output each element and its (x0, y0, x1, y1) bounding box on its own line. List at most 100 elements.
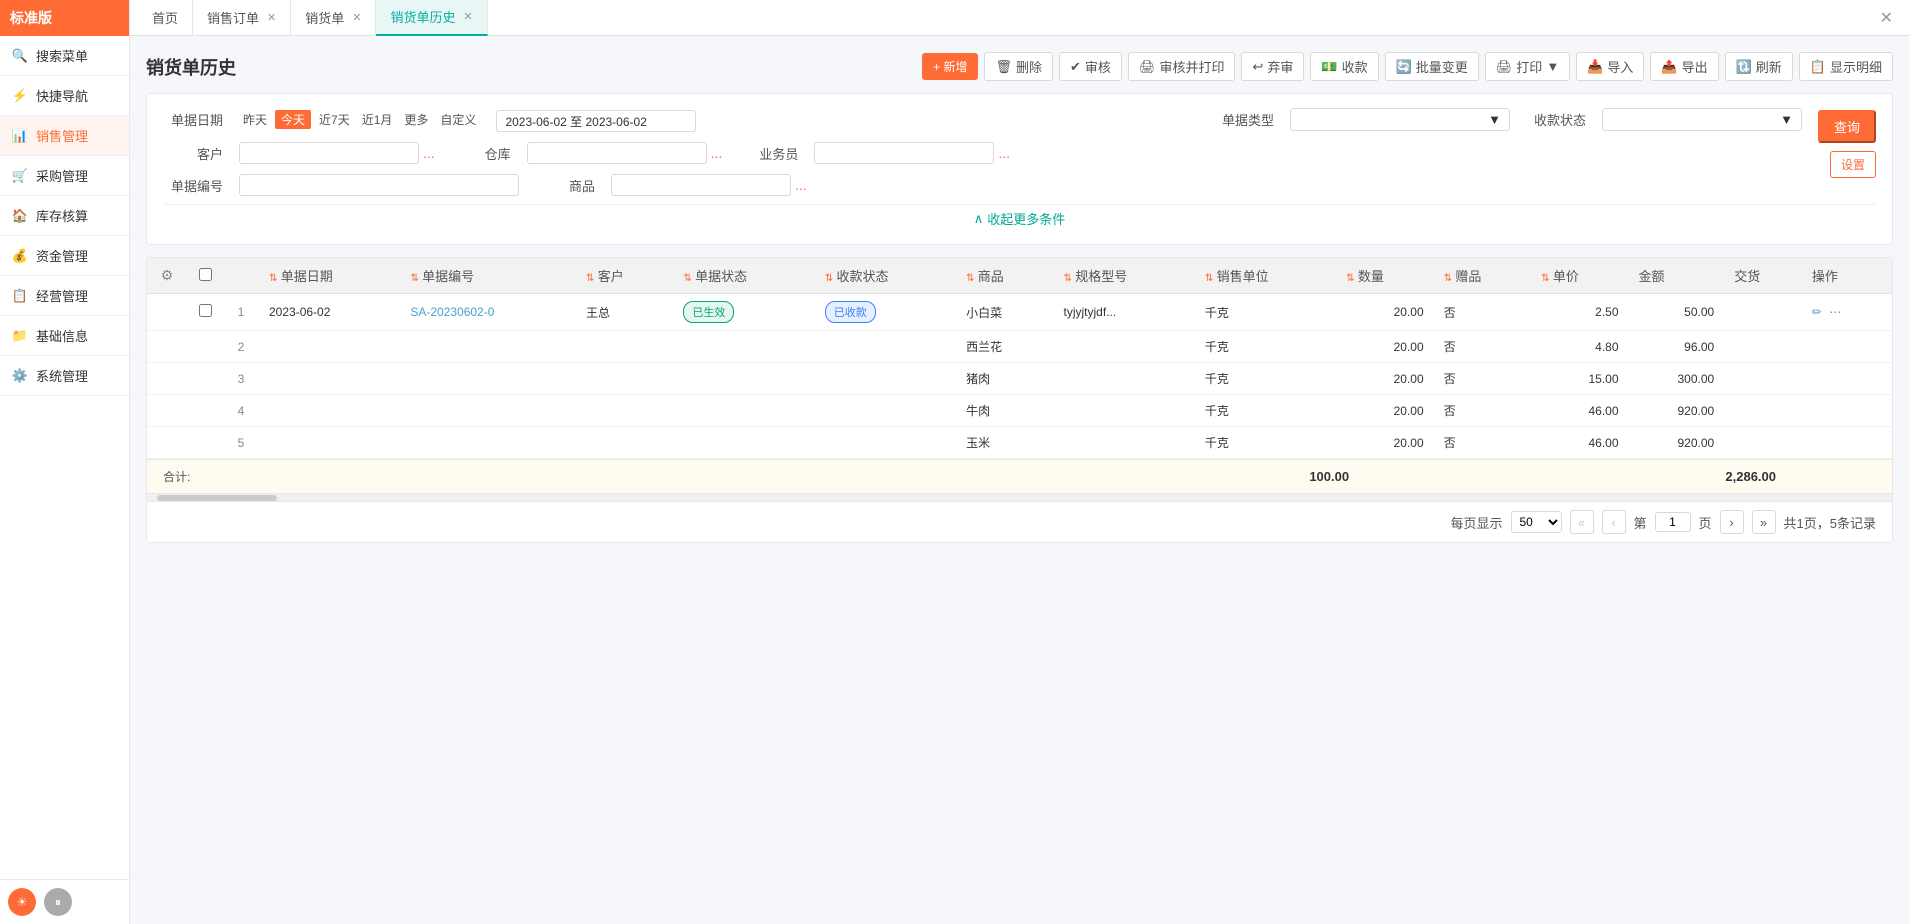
review-button[interactable]: ✔ 审核 (1059, 52, 1122, 81)
tab-sales-goods-close[interactable]: ✕ (352, 11, 361, 24)
abandon-button[interactable]: ↩ 弃审 (1241, 52, 1304, 81)
th-doc-date[interactable]: ⇅ 单据日期 (259, 258, 400, 294)
shortcut-custom[interactable]: 自定义 (436, 110, 480, 129)
td-doc-no[interactable] (400, 427, 576, 459)
td-index: 5 (223, 427, 259, 459)
td-settings (147, 331, 187, 363)
th-transaction: 交货 (1724, 258, 1802, 294)
th-doc-status[interactable]: ⇅ 单据状态 (673, 258, 814, 294)
tab-home[interactable]: 首页 (138, 0, 193, 36)
warehouse-input[interactable] (527, 142, 707, 164)
customer-dots[interactable]: ... (423, 145, 435, 161)
th-sales-unit[interactable]: ⇅ 销售单位 (1195, 258, 1336, 294)
th-gift[interactable]: ⇅ 赠品 (1434, 258, 1531, 294)
doc-type-dropdown-icon: ▼ (1488, 112, 1501, 127)
td-doc-no[interactable] (400, 331, 576, 363)
print-button[interactable]: 🖨 打印 ▼ (1485, 52, 1570, 81)
last-page-btn[interactable]: » (1752, 510, 1776, 534)
row-more-btn[interactable]: ⋯ (1829, 305, 1841, 319)
tab-sales-history[interactable]: 销货单历史 ✕ (376, 0, 487, 36)
date-range-input[interactable] (496, 110, 696, 132)
sidebar-bottom-btn-1[interactable]: ☀ (8, 888, 36, 916)
sidebar-item-search-menu[interactable]: 🔍 搜索菜单 (0, 36, 129, 76)
sidebar-bottom-btn-2[interactable]: ⏸ (44, 888, 72, 916)
shortcut-yesterday[interactable]: 昨天 (239, 110, 271, 129)
page-number-input[interactable] (1655, 512, 1691, 532)
salesperson-dots[interactable]: ... (998, 145, 1010, 161)
td-doc-no[interactable] (400, 363, 576, 395)
print-dropdown-icon: ▼ (1546, 59, 1559, 74)
import-button[interactable]: 📥 导入 (1576, 52, 1644, 81)
shortcut-more[interactable]: 更多 (400, 110, 432, 129)
td-doc-no[interactable]: SA-20230602-0 (400, 294, 576, 331)
new-button[interactable]: + 新增 (922, 53, 978, 80)
goods-dots[interactable]: ... (795, 177, 807, 193)
td-spec-type (1054, 395, 1195, 427)
goods-input[interactable] (611, 174, 791, 196)
tab-sales-goods[interactable]: 销货单 ✕ (291, 0, 376, 36)
review-print-button[interactable]: 🖨 审核并打印 (1128, 52, 1236, 81)
th-quantity[interactable]: ⇅ 数量 (1336, 258, 1433, 294)
shortcut-1month[interactable]: 近1月 (358, 110, 397, 129)
refresh-button[interactable]: 🔃 刷新 (1725, 52, 1793, 81)
tab-sales-order[interactable]: 销售订单 ✕ (193, 0, 291, 36)
row-checkbox[interactable] (199, 304, 212, 317)
export-button[interactable]: 📤 导出 (1650, 52, 1718, 81)
th-unit-price[interactable]: ⇅ 单价 (1531, 258, 1628, 294)
horizontal-scrollbar[interactable] (147, 493, 1892, 501)
doc-no-input[interactable] (239, 174, 519, 196)
sidebar-item-system-mgmt[interactable]: ⚙️ 系统管理 (0, 356, 129, 396)
th-collect-status[interactable]: ⇅ 收款状态 (815, 258, 956, 294)
td-collect-status (815, 427, 956, 459)
sidebar-item-ops-mgmt[interactable]: 📋 经营管理 (0, 276, 129, 316)
collapse-button[interactable]: ∧ 收起更多条件 (163, 204, 1876, 232)
customer-label: 客户 (163, 144, 223, 163)
per-page-select[interactable]: 50 100 200 (1511, 511, 1562, 533)
gear-icon[interactable]: ⚙ (161, 267, 174, 283)
sidebar-item-label: 基础信息 (36, 326, 88, 345)
tab-bar-close-btn[interactable]: ✕ (1872, 8, 1901, 28)
th-goods[interactable]: ⇅ 商品 (956, 258, 1053, 294)
first-page-btn[interactable]: « (1570, 510, 1594, 534)
th-doc-no[interactable]: ⇅ 单据编号 (400, 258, 576, 294)
show-detail-button[interactable]: 📋 显示明细 (1799, 52, 1893, 81)
search-menu-icon: 🔍 (12, 48, 28, 64)
th-customer[interactable]: ⇅ 客户 (576, 258, 673, 294)
prev-page-btn[interactable]: ‹ (1602, 510, 1626, 534)
next-page-btn[interactable]: › (1720, 510, 1744, 534)
delete-button[interactable]: 🗑 删除 (984, 52, 1053, 81)
sidebar-item-sales-mgmt[interactable]: 📊 销售管理 (0, 116, 129, 156)
scrollbar-thumb[interactable] (157, 495, 277, 501)
sidebar-item-quick-nav[interactable]: ⚡ 快捷导航 (0, 76, 129, 116)
select-all-checkbox[interactable] (199, 268, 212, 281)
sort-icon-goods: ⇅ (966, 273, 974, 284)
warehouse-dots[interactable]: ... (711, 145, 723, 161)
tab-sales-history-close[interactable]: ✕ (464, 10, 473, 23)
batch-change-button[interactable]: 🔄 批量变更 (1385, 52, 1479, 81)
sidebar-item-inventory-calc[interactable]: 🏠 库存核算 (0, 196, 129, 236)
row-edit-btn[interactable]: ✏ (1812, 305, 1822, 319)
td-doc-no[interactable] (400, 395, 576, 427)
batch-change-icon: 🔄 (1396, 59, 1412, 75)
salesperson-input[interactable] (814, 142, 994, 164)
review-icon: ✔ (1070, 59, 1081, 75)
settings-button[interactable]: 设置 (1830, 151, 1876, 178)
customer-input[interactable] (239, 142, 419, 164)
doc-type-select[interactable]: ▼ (1290, 108, 1510, 131)
warehouse-label: 仓库 (451, 144, 511, 163)
collect-status-select[interactable]: ▼ (1602, 108, 1802, 131)
shortcut-7days[interactable]: 近7天 (315, 110, 354, 129)
td-transaction (1724, 427, 1802, 459)
collect-button[interactable]: 💵 收款 (1310, 52, 1378, 81)
td-spec-type (1054, 427, 1195, 459)
query-button[interactable]: 查询 (1818, 110, 1876, 143)
th-spec-type[interactable]: ⇅ 规格型号 (1054, 258, 1195, 294)
sidebar-item-purchase-mgmt[interactable]: 🛒 采购管理 (0, 156, 129, 196)
th-settings[interactable]: ⚙ (147, 258, 187, 294)
shortcut-today[interactable]: 今天 (275, 110, 311, 129)
sidebar-item-fund-mgmt[interactable]: 💰 资金管理 (0, 236, 129, 276)
tab-sales-order-close[interactable]: ✕ (267, 11, 276, 24)
td-doc-date (259, 427, 400, 459)
tab-sales-goods-label: 销货单 (305, 8, 344, 27)
sidebar-item-basic-info[interactable]: 📁 基础信息 (0, 316, 129, 356)
